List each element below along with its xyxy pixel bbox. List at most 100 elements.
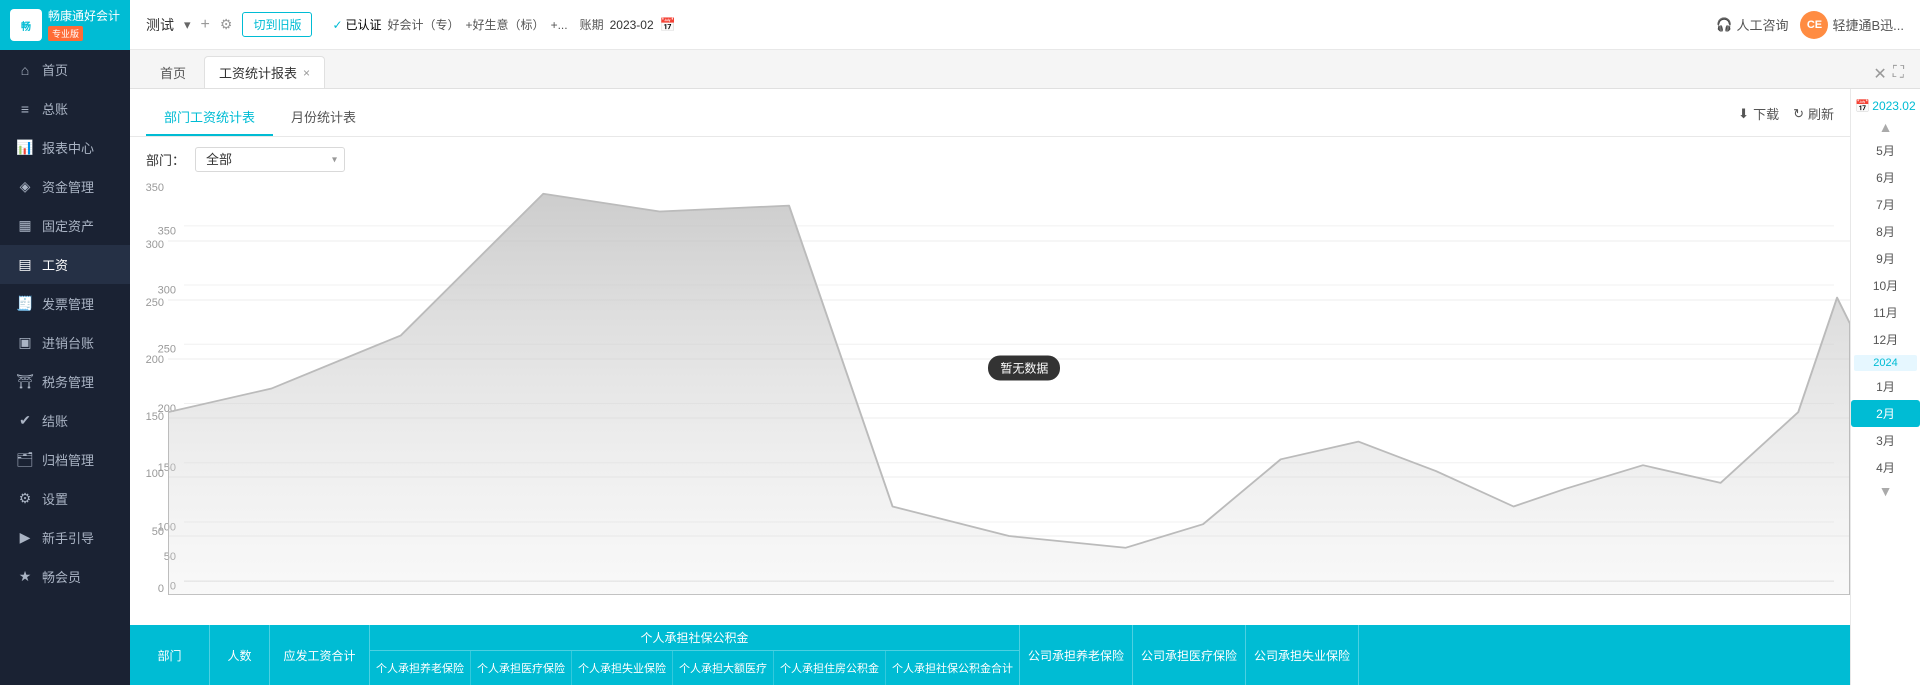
calendar-icon[interactable]: 📅 xyxy=(660,17,676,33)
chart-area: 350 300 250 200 150 100 50 0 xyxy=(130,182,1850,625)
user-info[interactable]: CE 轻捷通B迅... xyxy=(1800,11,1904,39)
nav-down-button[interactable]: ▼ xyxy=(1877,481,1895,501)
sidebar-item-settings[interactable]: ⚙ 设置 xyxy=(0,479,130,518)
y-label-100: 100 xyxy=(146,468,164,480)
th-dept: 部门 xyxy=(130,625,210,685)
expand-icon[interactable]: ⛶ xyxy=(1893,64,1904,84)
topbar-dropdown-icon[interactable]: ▾ xyxy=(184,17,191,33)
sidebar-item-ledger[interactable]: ≡ 总账 xyxy=(0,89,130,128)
download-button[interactable]: ⬇ 下载 xyxy=(1738,104,1779,123)
main-area: 测试 ▾ + ⚙ 切到旧版 ✓ 已认证 好会计（专） +好生意（标） +... … xyxy=(130,0,1920,685)
sidebar-item-label: 资金管理 xyxy=(42,177,94,196)
logo-icon: 畅 xyxy=(10,9,42,41)
month-2024-1[interactable]: 1月 xyxy=(1851,373,1920,400)
subtab-monthly[interactable]: 月份统计表 xyxy=(273,99,374,136)
year-2024-badge: 2024 xyxy=(1854,355,1916,371)
refresh-button[interactable]: ↻ 刷新 xyxy=(1793,104,1834,123)
chart-svg xyxy=(168,182,1850,595)
tab-home[interactable]: 首页 xyxy=(146,57,200,88)
dept-select[interactable]: 全部 销售部 财务部 行政部 技术部 xyxy=(195,147,345,172)
tab-salary-report[interactable]: 工资统计报表 × xyxy=(204,56,325,88)
tab-close-icon[interactable]: × xyxy=(303,66,310,80)
switch-old-version-button[interactable]: 切到旧版 xyxy=(242,12,312,37)
th-salary-total: 应发工资合计 xyxy=(270,625,370,685)
accountant-status: 好会计（专） xyxy=(388,16,460,33)
y-label-300: 300 xyxy=(146,239,164,251)
sales-icon: ▣ xyxy=(16,334,34,351)
sidebar-item-label: 总账 xyxy=(42,99,68,118)
vip-icon: ★ xyxy=(16,568,34,585)
sidebar-item-label: 进销台账 xyxy=(42,333,94,352)
month-2023-7[interactable]: 7月 xyxy=(1851,191,1920,218)
month-2023-8[interactable]: 8月 xyxy=(1851,218,1920,245)
chart-plot-area xyxy=(168,182,1850,595)
sidebar-item-label: 新手引导 xyxy=(42,528,94,547)
th-company-unemployment: 公司承担失业保险 xyxy=(1246,625,1359,685)
th-sub-major-medical: 个人承担大额医疗 xyxy=(673,651,774,685)
archive-icon: 🗂 xyxy=(16,451,34,468)
period-label: 账期 xyxy=(580,16,604,33)
table-header-group: 部门 人数 应发工资合计 个人承担社保公积金 xyxy=(130,625,1359,685)
tab-controls: ✕ ⛶ xyxy=(1873,64,1904,88)
month-2023-12[interactable]: 12月 xyxy=(1851,326,1920,353)
good-biz-status: +好生意（标） xyxy=(466,16,545,33)
th-company-pension: 公司承担养老保险 xyxy=(1020,625,1133,685)
sidebar-item-label: 税务管理 xyxy=(42,372,94,391)
month-2023-5[interactable]: 5月 xyxy=(1851,137,1920,164)
y-label-150: 150 xyxy=(146,411,164,423)
sidebar-item-sales[interactable]: ▣ 进销台账 xyxy=(0,323,130,362)
month-2024-2[interactable]: 2月 xyxy=(1851,400,1920,427)
month-2024-3[interactable]: 3月 xyxy=(1851,427,1920,454)
sidebar-item-label: 报表中心 xyxy=(42,138,94,157)
sidebar-item-invoice[interactable]: 🧾 发票管理 xyxy=(0,284,130,323)
sidebar-item-settle[interactable]: ✔ 结账 xyxy=(0,401,130,440)
close-panel-icon[interactable]: ✕ xyxy=(1873,64,1886,84)
month-2023-6[interactable]: 6月 xyxy=(1851,164,1920,191)
y-label-0: 0 xyxy=(158,583,164,595)
sidebar-item-vip[interactable]: ★ 畅会员 xyxy=(0,557,130,596)
topbar-right: 🎧 人工咨询 CE 轻捷通B迅... xyxy=(1716,11,1904,39)
sidebar-item-tax[interactable]: ⛩ 税务管理 xyxy=(0,362,130,401)
y-label-200: 200 xyxy=(146,354,164,366)
month-2023-9[interactable]: 9月 xyxy=(1851,245,1920,272)
reports-icon: 📊 xyxy=(16,139,34,156)
y-label-350: 350 xyxy=(146,182,164,194)
month-2024-4[interactable]: 4月 xyxy=(1851,454,1920,481)
th-sub-unemployment: 个人承担失业保险 xyxy=(572,651,673,685)
download-icon: ⬇ xyxy=(1738,106,1749,122)
th-sub-housing-fund: 个人承担住房公积金 xyxy=(774,651,886,685)
sidebar-item-label: 工资 xyxy=(42,255,68,274)
right-date-panel: 📅 2023.02 ▲ 5月 6月 7月 8月 9月 10月 xyxy=(1850,89,1920,685)
logo-badge: 专业版 xyxy=(48,26,83,41)
chart-tooltip: 暂无数据 xyxy=(988,356,1060,381)
subtab-dept[interactable]: 部门工资统计表 xyxy=(146,99,273,136)
consult-button[interactable]: 🎧 人工咨询 xyxy=(1716,15,1788,34)
topbar-gear-icon[interactable]: ⚙ xyxy=(220,16,233,33)
sidebar-item-funds[interactable]: ◈ 资金管理 xyxy=(0,167,130,206)
settle-icon: ✔ xyxy=(16,412,34,429)
dept-filter-label: 部门： xyxy=(146,150,185,169)
sidebar-item-salary[interactable]: ▤ 工资 xyxy=(0,245,130,284)
more-status: +... xyxy=(551,18,568,32)
sidebar-logo: 畅 畅康通好会计 专业版 xyxy=(0,0,130,50)
topbar-status: ✓ 已认证 好会计（专） +好生意（标） +... 账期 2023-02 📅 xyxy=(332,16,675,33)
sidebar: 畅 畅康通好会计 专业版 ⌂ 首页 ≡ 总账 📊 报表中心 ◈ 资金管理 ▦ 固… xyxy=(0,0,130,685)
nav-up-button[interactable]: ▲ xyxy=(1877,117,1895,137)
refresh-icon: ↻ xyxy=(1793,106,1804,122)
funds-icon: ◈ xyxy=(16,178,34,195)
sidebar-item-home[interactable]: ⌂ 首页 xyxy=(0,50,130,89)
topbar-plus-icon[interactable]: + xyxy=(201,16,210,34)
sidebar-item-archive[interactable]: 🗂 归档管理 xyxy=(0,440,130,479)
certified-status: ✓ 已认证 xyxy=(332,16,381,33)
th-sub-total-personal: 个人承担社保公积金合计 xyxy=(886,651,1019,685)
year-display[interactable]: 📅 2023.02 xyxy=(1850,95,1920,117)
sidebar-item-reports[interactable]: 📊 报表中心 xyxy=(0,128,130,167)
month-2023-10[interactable]: 10月 xyxy=(1851,272,1920,299)
sidebar-item-assets[interactable]: ▦ 固定资产 xyxy=(0,206,130,245)
period-value: 2023-02 xyxy=(610,18,654,32)
sidebar-item-label: 设置 xyxy=(42,489,68,508)
month-2023-11[interactable]: 11月 xyxy=(1851,299,1920,326)
sidebar-item-guide[interactable]: ▶ 新手引导 xyxy=(0,518,130,557)
sidebar-item-label: 发票管理 xyxy=(42,294,94,313)
th-company-medical: 公司承担医疗保险 xyxy=(1133,625,1246,685)
